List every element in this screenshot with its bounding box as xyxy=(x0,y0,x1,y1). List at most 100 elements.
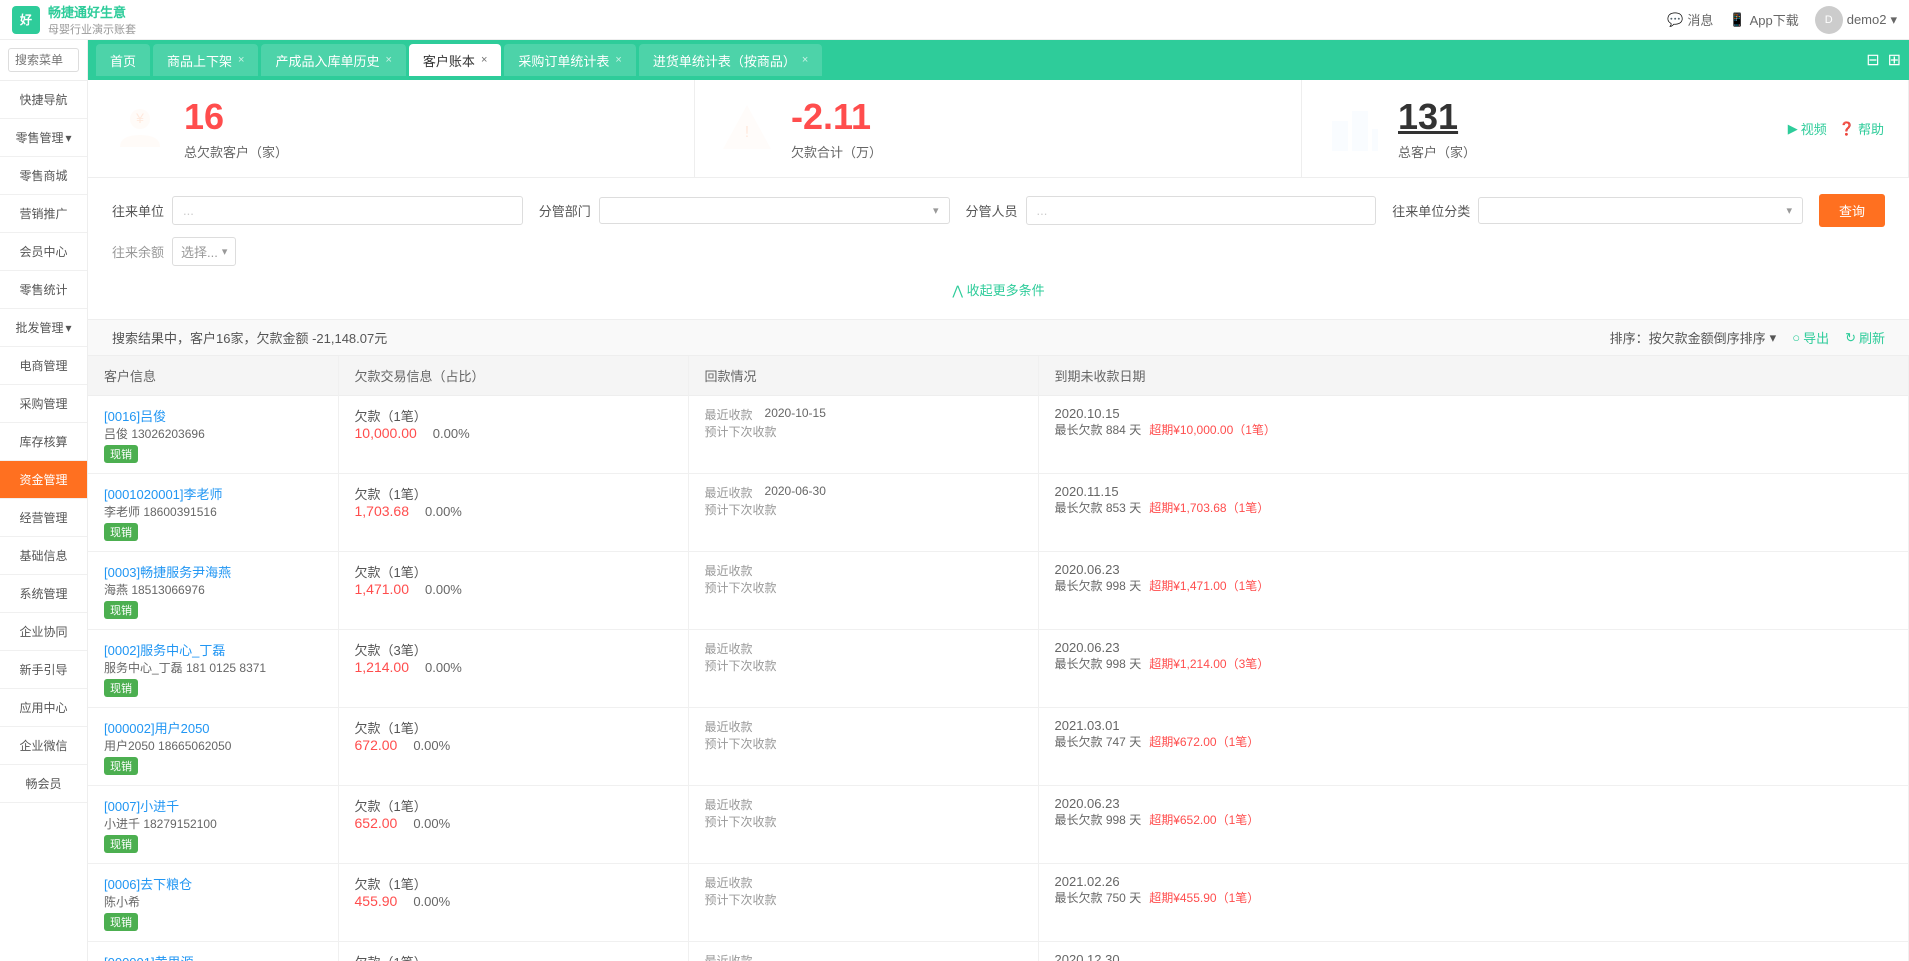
help-icon: ❓ xyxy=(1839,121,1855,137)
tab-close-icon[interactable]: × xyxy=(615,54,621,66)
recent-label: 最近收款 xyxy=(705,952,753,961)
balance-select[interactable]: 选择... ▾ xyxy=(172,237,236,266)
overdue-link[interactable]: 超期¥1,703.68（1笔） xyxy=(1149,499,1269,516)
customer-phone: 服务中心_丁磊 181 0125 8371 xyxy=(104,659,322,676)
debt-count: 欠款（1笔） xyxy=(355,406,672,425)
filter-label-3: 分管人员 xyxy=(966,201,1018,220)
maximize-icon[interactable]: ⊞ xyxy=(1888,50,1901,70)
tab-商品上下架[interactable]: 商品上下架× xyxy=(153,44,258,76)
sidebar-item-系统管理[interactable]: 系统管理 xyxy=(0,575,87,613)
overdue-link[interactable]: 超期¥10,000.00（1笔） xyxy=(1149,421,1276,438)
customer-badge: 现销 xyxy=(104,523,138,541)
sidebar-item-零售管理[interactable]: 零售管理▾ xyxy=(0,119,87,157)
customer-name-link[interactable]: [0006]去下粮仓 xyxy=(104,877,192,892)
debt-count: 欠款（1笔） xyxy=(355,874,672,893)
sort-select[interactable]: 排序：按欠款金额倒序排序 ▾ xyxy=(1610,328,1777,347)
avatar: D xyxy=(1815,6,1843,34)
debt-amount[interactable]: 1,214.00 xyxy=(355,659,410,675)
customer-phone: 陈小希 xyxy=(104,893,322,910)
sidebar-item-经营管理[interactable]: 经营管理 xyxy=(0,499,87,537)
help-link[interactable]: ❓ 帮助 xyxy=(1839,119,1884,138)
top-right: 💬 消息 📱 App下载 D demo2 ▾ xyxy=(1667,6,1897,34)
sidebar-item-库存核算[interactable]: 库存核算 xyxy=(0,423,87,461)
minimize-icon[interactable]: ⊟ xyxy=(1866,50,1879,70)
message-btn[interactable]: 💬 消息 xyxy=(1667,10,1713,29)
stat-card-links: ▶ 视频 ❓ 帮助 xyxy=(1788,119,1884,138)
overdue-link[interactable]: 超期¥1,214.00（3笔） xyxy=(1149,655,1269,672)
sidebar-item-企业协同[interactable]: 企业协同 xyxy=(0,613,87,651)
sidebar-item-畅会员[interactable]: 畅会员 xyxy=(0,765,87,803)
filter-area: 往来单位 ... 分管部门 ▾ xyxy=(88,178,1909,320)
customer-name-link[interactable]: [000002]用户2050 xyxy=(104,721,210,736)
overdue-link[interactable]: 超期¥1,471.00（1笔） xyxy=(1149,577,1269,594)
sidebar-item-新手引导[interactable]: 新手引导 xyxy=(0,651,87,689)
tab-actions: ⊟ ⊞ xyxy=(1866,50,1901,70)
customer-name-link[interactable]: [0003]畅捷服务尹海燕 xyxy=(104,565,231,580)
debt-amount[interactable]: 10,000.00 xyxy=(355,425,417,441)
stat-label-1: 总欠款客户（家） xyxy=(184,142,288,161)
sidebar-item-企业微信[interactable]: 企业微信 xyxy=(0,727,87,765)
query-button[interactable]: 查询 xyxy=(1819,194,1885,227)
sidebar-item-营销推广[interactable]: 营销推广 xyxy=(0,195,87,233)
customer-name-link[interactable]: [0001020001]李老师 xyxy=(104,487,223,502)
debt-info-cell: 欠款（1笔） 672.00 0.00% xyxy=(338,708,688,786)
debt-count: 欠款（1笔） xyxy=(355,718,672,737)
customer-name-link[interactable]: [0016]吕俊 xyxy=(104,409,166,424)
tab-close-icon[interactable]: × xyxy=(238,54,244,66)
export-icon: ○ xyxy=(1792,330,1800,345)
collection-info: 最近收款 xyxy=(705,562,1022,579)
overdue-link[interactable]: 超期¥652.00（1笔） xyxy=(1149,811,1259,828)
tab-close-icon[interactable]: × xyxy=(481,54,487,66)
sidebar-item-电商管理[interactable]: 电商管理 xyxy=(0,347,87,385)
next-collection-info: 预计下次收款 xyxy=(705,735,1022,752)
tab-采购订单统计表[interactable]: 采购订单统计表 × xyxy=(504,44,635,76)
sidebar-item-零售商城[interactable]: 零售商城 xyxy=(0,157,87,195)
overdue-link[interactable]: 超期¥455.90（1笔） xyxy=(1149,889,1259,906)
debt-amount[interactable]: 455.90 xyxy=(355,893,398,909)
debt-info-cell: 欠款（1笔） 1,471.00 0.00% xyxy=(338,552,688,630)
next-label: 预计下次收款 xyxy=(705,813,777,830)
video-link[interactable]: ▶ 视频 xyxy=(1788,119,1827,138)
customer-badge: 现销 xyxy=(104,679,138,697)
sidebar-item-应用中心[interactable]: 应用中心 xyxy=(0,689,87,727)
sidebar-item-采购管理[interactable]: 采购管理 xyxy=(0,385,87,423)
overdue-link[interactable]: 超期¥672.00（1笔） xyxy=(1149,733,1259,750)
debt-amount[interactable]: 1,471.00 xyxy=(355,581,410,597)
tab-产成品入库单历史[interactable]: 产成品入库单历史× xyxy=(261,44,405,76)
customer-name-link[interactable]: [0002]服务中心_丁磊 xyxy=(104,643,225,658)
page-content: ¥ 16 总欠款客户（家） ! xyxy=(88,80,1909,961)
customer-name-link[interactable]: [0007]小进千 xyxy=(104,799,179,814)
sidebar-item-快捷导航[interactable]: 快捷导航 xyxy=(0,81,87,119)
filter-category-select[interactable]: ▾ xyxy=(1478,197,1803,224)
collapse-row[interactable]: ⋀ 收起更多条件 xyxy=(112,276,1885,303)
customer-name-link[interactable]: [000001]黄思源 xyxy=(104,955,194,961)
search-input[interactable] xyxy=(8,48,79,72)
refresh-link[interactable]: ↻ 刷新 xyxy=(1845,328,1885,347)
tab-close-icon[interactable]: × xyxy=(385,54,391,66)
debt-amount[interactable]: 672.00 xyxy=(355,737,398,753)
export-link[interactable]: ○ 导出 xyxy=(1792,328,1829,347)
filter-person-input[interactable]: ... xyxy=(1026,196,1377,225)
collection-cell: 最近收款 2020-10-15 预计下次收款 xyxy=(688,396,1038,474)
debt-amount[interactable]: 1,703.68 xyxy=(355,503,410,519)
customer-info-cell: [000001]黄思源 黄思源 13552700226 现销 xyxy=(88,942,338,961)
tab-label: 采购订单统计表 xyxy=(518,51,609,70)
filter-dept-select[interactable]: ▾ xyxy=(599,197,950,224)
tab-客户账本[interactable]: 客户账本× xyxy=(409,44,501,76)
debt-amount[interactable]: 652.00 xyxy=(355,815,398,831)
tab-close-icon[interactable]: × xyxy=(802,54,808,66)
sidebar-item-基础信息[interactable]: 基础信息 xyxy=(0,537,87,575)
sidebar-item-资金管理[interactable]: 资金管理 xyxy=(0,461,87,499)
filter-vendor-input[interactable]: ... xyxy=(172,196,523,225)
tab-进货单统计表（按商品）[interactable]: 进货单统计表（按商品）× xyxy=(639,44,822,76)
chevron-down-icon-dept: ▾ xyxy=(933,204,939,217)
sidebar-item-会员中心[interactable]: 会员中心 xyxy=(0,233,87,271)
tab-首页[interactable]: 首页 xyxy=(96,44,150,76)
due-date-cell: 2021.03.01 最长欠款 747 天 超期¥672.00（1笔） xyxy=(1038,708,1909,786)
sidebar-item-零售统计[interactable]: 零售统计 xyxy=(0,271,87,309)
debt-percent: 0.00% xyxy=(433,426,470,441)
sidebar-item-批发管理[interactable]: 批发管理▾ xyxy=(0,309,87,347)
phone-icon: 📱 xyxy=(1729,12,1745,28)
app-download-btn[interactable]: 📱 App下载 xyxy=(1729,10,1798,29)
user-menu[interactable]: D demo2 ▾ xyxy=(1815,6,1897,34)
